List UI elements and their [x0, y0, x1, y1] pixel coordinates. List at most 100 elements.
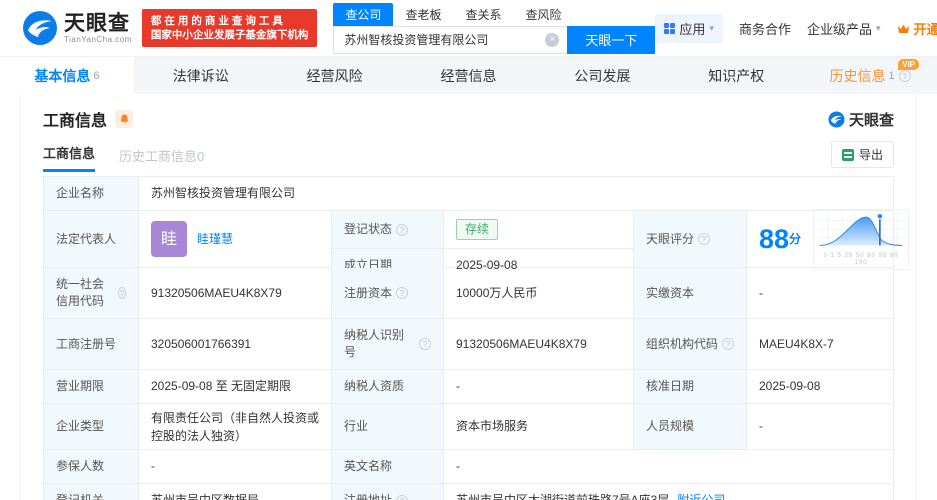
score-unit: 分 — [789, 231, 802, 246]
reg-address-label: 注册地址 — [344, 493, 393, 500]
field-label: 注册地址 — [332, 484, 444, 500]
score-axis-ticks: 0 1 5 25 50 80 95 99 100 — [823, 252, 899, 266]
credit-code-label: 统一社会信用代码 — [56, 277, 105, 308]
main-content: 工商信息 天眼查 工商信息 历史工商信息0 导出 企业名称 苏州智核投资管理有限… — [0, 94, 937, 500]
tianyancha-logo-icon — [23, 11, 57, 45]
score-curve — [818, 211, 904, 246]
vip-badge: VIP — [898, 59, 920, 70]
section-title: 工商信息 — [43, 113, 108, 130]
help-icon[interactable] — [396, 223, 409, 236]
field-label: 实缴资本 — [634, 268, 747, 318]
reg-status-label: 登记状态 — [344, 222, 393, 236]
tab-operating-label: 经营信息 — [440, 67, 497, 84]
field-label: 工商注册号 — [44, 319, 139, 369]
tab-operating-info[interactable]: 经营信息 — [402, 57, 536, 94]
score-label: 天眼评分 — [646, 231, 695, 246]
crown-icon — [897, 24, 909, 33]
tab-operating-risk[interactable]: 经营风险 — [268, 57, 402, 94]
staff-size-value: - — [759, 419, 763, 433]
clear-search-icon[interactable] — [545, 32, 560, 47]
export-label: 导出 — [858, 148, 883, 162]
score-cell[interactable]: 88 分 0 1 5 25 50 80 95 99 100 — [747, 208, 921, 270]
reg-capital-value: 10000万人民币 — [444, 268, 634, 318]
search-tab-boss[interactable]: 查老板 — [393, 3, 453, 26]
table-row: 企业类型 有限责任公司（非自然人投资或控股的法人独资） 行业 资本市场服务 人员… — [44, 404, 893, 450]
table-row: 统一社会信用代码 91320506MAEU4K8X79 注册资本 10000万人… — [44, 268, 893, 319]
taxpayer-quality-value: - — [444, 370, 634, 403]
top-menu: 应用 ▾ 商务合作 企业级产品 ▾ 开通会员 ▾ 费米 ▾ — [655, 13, 937, 43]
tab-basic-info-label: 基本信息 — [34, 67, 91, 84]
tab-legal-label: 法律诉讼 — [172, 67, 229, 84]
reg-number-value: 320506001766391 — [139, 319, 332, 369]
chevron-down-icon: ▾ — [876, 22, 881, 33]
field-label: 行业 — [332, 404, 444, 449]
field-label: 核准日期 — [634, 370, 747, 403]
field-label: 组织机构代码 — [634, 319, 747, 369]
reg-status-cell: 存续 — [444, 211, 634, 248]
field-label: 纳税人识别号 — [332, 319, 444, 369]
menu-apps-label: 应用 — [679, 21, 706, 37]
search-input[interactable] — [333, 25, 568, 54]
menu-vip-label: 开通会员 — [913, 21, 937, 37]
menu-apps[interactable]: 应用 ▾ — [655, 13, 723, 43]
field-label: 英文名称 — [332, 450, 444, 483]
subtab-current-info[interactable]: 工商信息 — [43, 143, 96, 172]
help-icon[interactable] — [396, 494, 409, 500]
tianyancha-logo[interactable]: 天眼查 TianYanCha.com — [22, 10, 132, 46]
subtab-history-info[interactable]: 历史工商信息0 — [119, 146, 204, 172]
taxpayer-id-value: 91320506MAEU4K8X79 — [444, 319, 634, 369]
help-icon[interactable] — [117, 287, 126, 299]
search-tab-relation[interactable]: 查关系 — [453, 3, 513, 26]
apps-grid-icon — [664, 22, 676, 34]
menu-business-label: 商务合作 — [738, 21, 791, 37]
company-info-table: 企业名称 苏州智核投资管理有限公司 法定代表人 眭 眭瑾慧 登记状态 存续 — [43, 176, 910, 500]
paid-capital-value: - — [759, 285, 763, 300]
legal-rep-cell: 眭 眭瑾慧 — [139, 211, 332, 267]
bell-icon — [119, 114, 129, 124]
tab-intellectual-property[interactable]: 知识产权 — [669, 57, 803, 94]
business-info-card: 工商信息 天眼查 工商信息 历史工商信息0 导出 企业名称 苏州智核投资管理有限… — [20, 94, 917, 500]
approval-date-value: 2025-09-08 — [759, 379, 821, 393]
tab-history-label: 历史信息 — [829, 67, 886, 84]
tab-company-development[interactable]: 公司发展 — [535, 57, 669, 94]
search-button[interactable]: 天眼一下 — [567, 25, 656, 54]
export-button[interactable]: 导出 — [830, 141, 894, 168]
avatar[interactable]: 眭 — [151, 221, 187, 257]
score-distribution-chart: 0 1 5 25 50 80 95 99 100 — [813, 208, 910, 270]
credit-code-value: 91320506MAEU4K8X79 — [139, 268, 332, 318]
help-icon[interactable] — [698, 233, 711, 245]
monitor-bell-button[interactable] — [115, 110, 134, 128]
legal-rep-link[interactable]: 眭瑾慧 — [197, 231, 233, 248]
nearby-companies-link[interactable]: 附近公司 — [677, 492, 725, 500]
tab-history-info[interactable]: VIP 历史信息 1 — [803, 57, 937, 94]
org-code-label: 组织机构代码 — [646, 336, 719, 351]
field-label: 登记状态 — [332, 211, 444, 248]
table-row: 登记机关 苏州市吴中区数据局 注册地址 苏州市吴中区太湖街道前珠路7号A座3层 … — [44, 484, 893, 500]
banner-line2: 国家中小企业发展子基金旗下机构 — [150, 29, 309, 41]
field-label: 统一社会信用代码 — [44, 268, 139, 318]
menu-enterprise-products[interactable]: 企业级产品 ▾ — [807, 19, 881, 38]
table-row: 工商注册号 320506001766391 纳税人识别号 91320506MAE… — [44, 319, 893, 370]
tab-basic-info[interactable]: 基本信息 6 — [0, 57, 134, 94]
chevron-down-icon: ▾ — [709, 22, 714, 33]
logo-domain: TianYanCha.com — [64, 34, 132, 44]
help-icon[interactable] — [419, 338, 431, 350]
promo-banner: 都在用的商业查询工具 国家中小企业发展子基金旗下机构 — [141, 9, 318, 47]
menu-enterprise-label: 企业级产品 — [806, 21, 872, 37]
search-tab-company[interactable]: 查公司 — [333, 2, 394, 26]
field-label: 纳税人资质 — [332, 370, 444, 403]
tab-legal-proceedings[interactable]: 法律诉讼 — [134, 57, 268, 94]
menu-open-vip[interactable]: 开通会员 ▾ — [897, 19, 937, 38]
excel-icon — [841, 148, 854, 161]
field-label: 人员规模 — [634, 404, 747, 449]
help-icon[interactable] — [396, 287, 409, 299]
field-label: 企业类型 — [44, 404, 139, 449]
search-tabs: 查公司 查老板 查关系 查风险 — [333, 2, 655, 26]
menu-business-coop[interactable]: 商务合作 — [739, 19, 791, 38]
search-tab-risk[interactable]: 查风险 — [513, 3, 573, 26]
business-term-value: 2025-09-08 至 无固定期限 — [139, 370, 332, 403]
table-row: 法定代表人 眭 眭瑾慧 登记状态 存续 成立日期 2025-09-08 — [44, 208, 910, 282]
tab-development-label: 公司发展 — [574, 67, 631, 84]
help-icon[interactable] — [722, 338, 734, 350]
help-icon[interactable] — [898, 69, 911, 82]
